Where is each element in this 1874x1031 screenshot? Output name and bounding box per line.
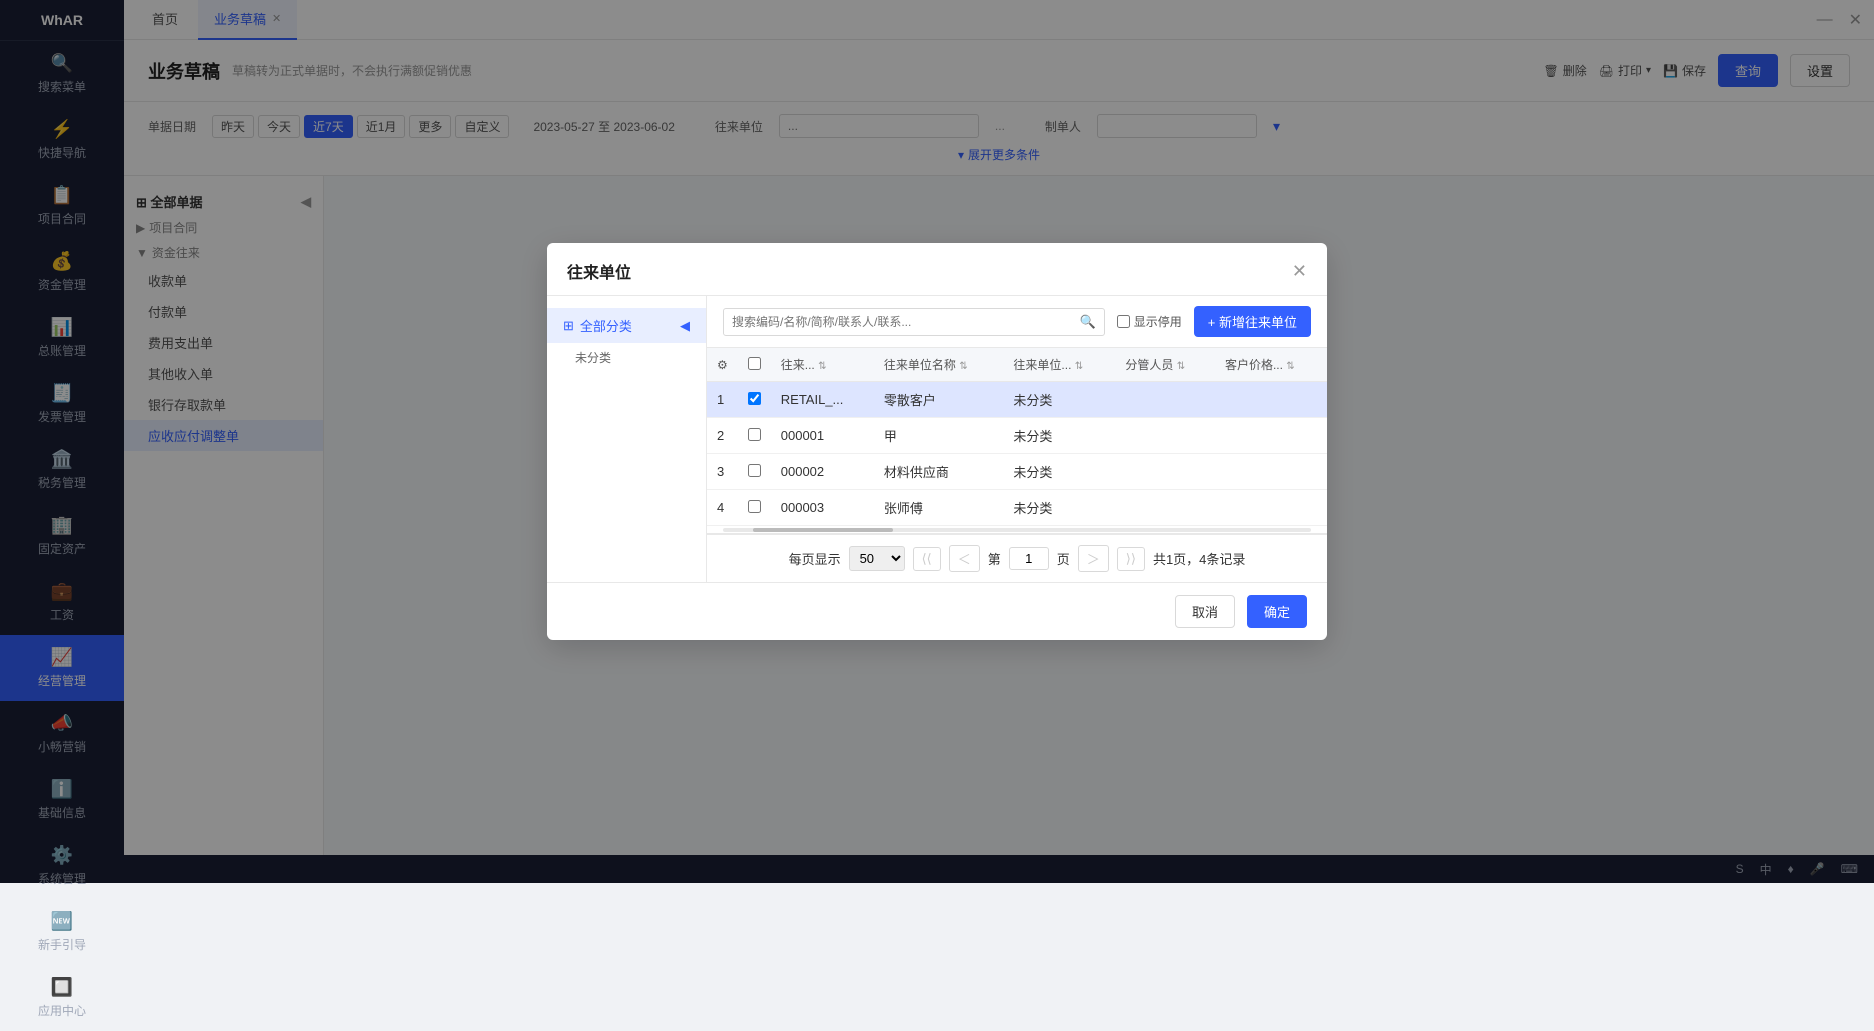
cat-all-label: 全部分类 <box>580 316 632 335</box>
page-label-text: 第 <box>988 549 1001 568</box>
table-row[interactable]: 2 000001 甲 未分类 <box>707 418 1327 454</box>
modal-search-box: 🔍 <box>723 308 1105 336</box>
modal-overlay[interactable]: 往来单位 ✕ ⊞ 全部分类 ◀ 未分类 <box>0 0 1874 883</box>
modal-category-panel: ⊞ 全部分类 ◀ 未分类 <box>547 296 707 582</box>
row-select-checkbox[interactable] <box>748 428 761 441</box>
row-name: 材料供应商 <box>874 454 1004 490</box>
row-checkbox[interactable] <box>738 490 771 526</box>
row-settings: 4 <box>707 490 738 526</box>
row-price-level <box>1215 382 1327 418</box>
add-counterpart-button[interactable]: + 新增往来单位 <box>1194 306 1311 337</box>
th-checkbox <box>738 348 771 382</box>
row-salesperson <box>1115 454 1215 490</box>
modal-footer: 取消 确定 <box>547 582 1327 640</box>
page-unit-label: 页 <box>1057 549 1070 568</box>
sort-icon: ⇅ <box>818 361 826 372</box>
show-disabled-text: 显示停用 <box>1134 313 1182 330</box>
modal-cat-all[interactable]: ⊞ 全部分类 ◀ <box>547 308 706 343</box>
sidebar-item-app-center[interactable]: 🔲 应用中心 <box>0 965 124 1031</box>
row-code: 000002 <box>771 454 874 490</box>
page-last-button[interactable]: ⟩⟩ <box>1117 547 1145 571</box>
row-code: RETAIL_... <box>771 382 874 418</box>
cat-unclassified-label: 未分类 <box>575 351 611 365</box>
modal-title: 往来单位 <box>567 259 631 283</box>
row-salesperson <box>1115 490 1215 526</box>
counterpart-table: ⚙ 往来... ⇅ 往来单位名称 ⇅ 往来单位... ⇅ 分管人员 ⇅ 客户价格… <box>707 348 1327 526</box>
per-page-label: 每页显示 <box>789 549 841 568</box>
page-first-button[interactable]: ⟨⟨ <box>913 547 941 571</box>
modal-table: ⚙ 往来... ⇅ 往来单位名称 ⇅ 往来单位... ⇅ 分管人员 ⇅ 客户价格… <box>707 348 1327 526</box>
scroll-thumb[interactable] <box>753 528 893 532</box>
row-price-level <box>1215 454 1327 490</box>
row-checkbox[interactable] <box>738 454 771 490</box>
row-category: 未分类 <box>1003 382 1115 418</box>
modal-search-input[interactable] <box>724 310 1072 334</box>
row-category: 未分类 <box>1003 490 1115 526</box>
row-salesperson <box>1115 382 1215 418</box>
row-name: 零散客户 <box>874 382 1004 418</box>
row-select-checkbox[interactable] <box>748 464 761 477</box>
grid-icon: ⊞ <box>563 318 574 334</box>
row-price-level <box>1215 418 1327 454</box>
th-code: 往来... ⇅ <box>771 348 874 382</box>
table-row[interactable]: 1 RETAIL_... 零散客户 未分类 <box>707 382 1327 418</box>
sidebar-item-label: 新手引导 <box>38 936 86 953</box>
row-select-checkbox[interactable] <box>748 392 761 405</box>
show-disabled-label[interactable]: 显示停用 <box>1117 313 1182 330</box>
row-price-level <box>1215 490 1327 526</box>
th-salesperson: 分管人员 ⇅ <box>1115 348 1215 382</box>
modal-toolbar: 🔍 显示停用 + 新增往来单位 <box>707 296 1327 348</box>
modal-body: ⊞ 全部分类 ◀ 未分类 🔍 显示停用 <box>547 296 1327 582</box>
row-code: 000001 <box>771 418 874 454</box>
show-disabled-checkbox[interactable] <box>1117 315 1130 328</box>
modal-right-panel: 🔍 显示停用 + 新增往来单位 ⚙ <box>707 296 1327 582</box>
page-prev-button[interactable]: ＜ <box>949 545 980 572</box>
new-guide-icon: 🆕 <box>51 911 73 932</box>
select-all-checkbox[interactable] <box>748 357 761 370</box>
sort-icon: ⇅ <box>1075 361 1083 372</box>
th-settings[interactable]: ⚙ <box>707 348 738 382</box>
cancel-button[interactable]: 取消 <box>1175 595 1235 628</box>
table-row[interactable]: 4 000003 张师傅 未分类 <box>707 490 1327 526</box>
row-salesperson <box>1115 418 1215 454</box>
th-price-level: 客户价格... ⇅ <box>1215 348 1327 382</box>
modal-cat-unclassified[interactable]: 未分类 <box>547 343 706 372</box>
sort-icon: ⇅ <box>959 361 967 372</box>
row-checkbox[interactable] <box>738 418 771 454</box>
row-settings: 1 <box>707 382 738 418</box>
row-name: 张师傅 <box>874 490 1004 526</box>
row-category: 未分类 <box>1003 454 1115 490</box>
modal-dialog: 往来单位 ✕ ⊞ 全部分类 ◀ 未分类 <box>547 243 1327 640</box>
th-category: 往来单位... ⇅ <box>1003 348 1115 382</box>
row-code: 000003 <box>771 490 874 526</box>
modal-scrollbar <box>707 526 1327 534</box>
page-number-input[interactable] <box>1009 547 1049 570</box>
total-label: 共1页，4条记录 <box>1153 549 1245 568</box>
sort-icon: ⇅ <box>1177 361 1185 372</box>
th-name: 往来单位名称 ⇅ <box>874 348 1004 382</box>
per-page-select[interactable]: 50 100 200 <box>849 546 905 571</box>
row-checkbox[interactable] <box>738 382 771 418</box>
scroll-track[interactable] <box>723 528 1311 532</box>
row-select-checkbox[interactable] <box>748 500 761 513</box>
modal-close-button[interactable]: ✕ <box>1292 261 1307 282</box>
modal-header: 往来单位 ✕ <box>547 243 1327 296</box>
table-row[interactable]: 3 000002 材料供应商 未分类 <box>707 454 1327 490</box>
app-center-icon: 🔲 <box>51 977 73 998</box>
table-header-row: ⚙ 往来... ⇅ 往来单位名称 ⇅ 往来单位... ⇅ 分管人员 ⇅ 客户价格… <box>707 348 1327 382</box>
sort-icon: ⇅ <box>1286 361 1294 372</box>
sidebar-item-new-guide[interactable]: 🆕 新手引导 <box>0 899 124 965</box>
confirm-button[interactable]: 确定 <box>1247 595 1307 628</box>
row-name: 甲 <box>874 418 1004 454</box>
chevron-left-icon: ◀ <box>680 318 690 334</box>
search-icon[interactable]: 🔍 <box>1072 309 1104 335</box>
row-settings: 2 <box>707 418 738 454</box>
modal-pagination: 每页显示 50 100 200 ⟨⟨ ＜ 第 页 ＞ ⟩⟩ 共1页，4条记录 <box>707 534 1327 582</box>
sidebar-item-label: 应用中心 <box>38 1002 86 1019</box>
row-settings: 3 <box>707 454 738 490</box>
row-category: 未分类 <box>1003 418 1115 454</box>
page-next-button[interactable]: ＞ <box>1078 545 1109 572</box>
